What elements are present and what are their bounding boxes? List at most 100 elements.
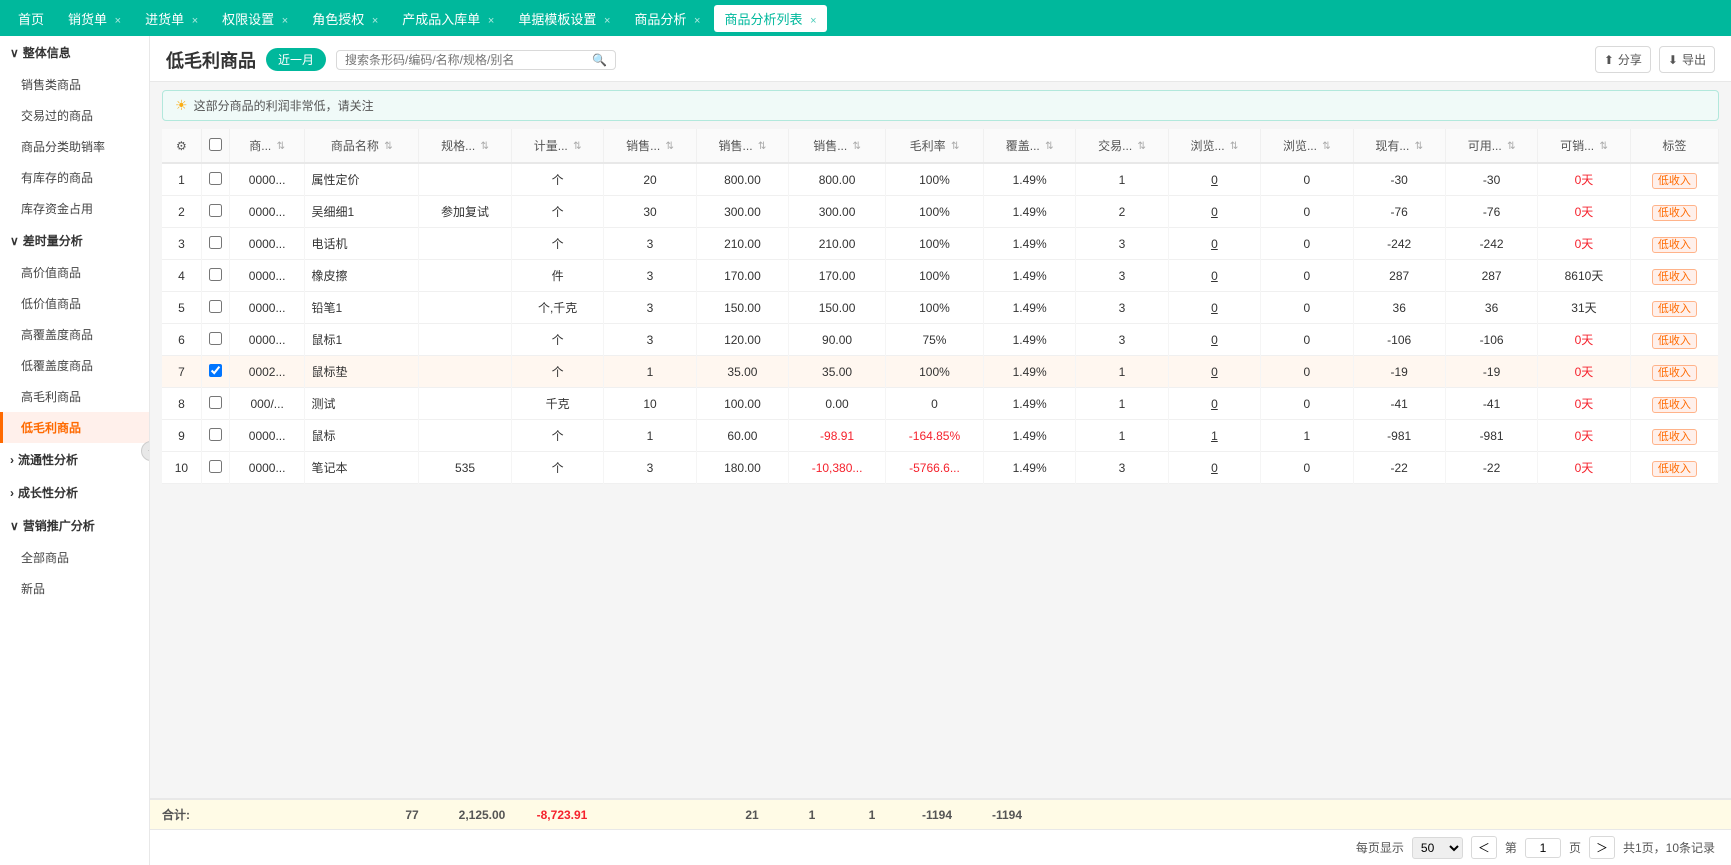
row-views1-9[interactable]: 0 — [1168, 452, 1260, 484]
prev-page-btn[interactable]: ＜ — [1471, 836, 1497, 859]
sidebar-group-overall[interactable]: ∨ 整体信息 — [0, 36, 149, 69]
sidebar-item-new-goods[interactable]: 新品 — [0, 573, 149, 604]
nav-sales[interactable]: 销货单 × — [58, 5, 131, 32]
sidebar-group-diff-analysis[interactable]: ∨ 差时量分析 — [0, 224, 149, 257]
row-unit-9: 个 — [511, 452, 603, 484]
row-trans-6: 1 — [1076, 356, 1168, 388]
table-row: 9 0000... 鼠标 个 1 60.00 -98.91 -164.85% 1… — [162, 420, 1719, 452]
row-checkbox-1[interactable] — [201, 196, 229, 228]
row-checkbox-7[interactable] — [201, 388, 229, 420]
row-sales-price-7: 100.00 — [696, 388, 788, 420]
sidebar-item-low-coverage[interactable]: 低覆盖度商品 — [0, 350, 149, 381]
sidebar-item-high-value[interactable]: 高价值商品 — [0, 257, 149, 288]
row-checkbox-0[interactable] — [201, 163, 229, 196]
nav-roles[interactable]: 角色授权 × — [302, 5, 388, 32]
row-unit-7: 千克 — [511, 388, 603, 420]
row-spec-8 — [419, 420, 512, 452]
search-icon[interactable]: 🔍 — [592, 53, 607, 67]
nav-goods-analysis[interactable]: 商品分析 × — [624, 5, 710, 32]
sidebar-item-capital[interactable]: 库存资金占用 — [0, 193, 149, 224]
row-name-1: 吴细细1 — [305, 196, 419, 228]
row-views2-2: 0 — [1261, 228, 1353, 260]
next-page-btn[interactable]: ＞ — [1589, 836, 1615, 859]
sidebar-group-liquidity[interactable]: › 流通性分析 — [0, 443, 149, 476]
row-views1-3[interactable]: 0 — [1168, 260, 1260, 292]
row-code-1: 0000... — [229, 196, 305, 228]
row-views1-8[interactable]: 1 — [1168, 420, 1260, 452]
col-settings[interactable]: ⚙ — [162, 129, 201, 163]
row-checkbox-9[interactable] — [201, 452, 229, 484]
nav-product-entry[interactable]: 产成品入库单 × — [392, 5, 504, 32]
sidebar-group-marketing[interactable]: ∨ 营销推广分析 — [0, 509, 149, 542]
nav-goods-analysis-list[interactable]: 商品分析列表 × — [714, 5, 826, 32]
sidebar-item-category-rate[interactable]: 商品分类助销率 — [0, 131, 149, 162]
row-views1-0[interactable]: 0 — [1168, 163, 1260, 196]
search-input[interactable] — [345, 53, 588, 67]
row-spec-3 — [419, 260, 512, 292]
row-sales-qty-8: 1 — [604, 420, 696, 452]
sidebar-item-low-margin[interactable]: 低毛利商品 — [0, 412, 149, 443]
sidebar-item-low-value[interactable]: 低价值商品 — [0, 288, 149, 319]
sidebar-item-traded-goods[interactable]: 交易过的商品 — [0, 100, 149, 131]
row-views1-7[interactable]: 0 — [1168, 388, 1260, 420]
nav-purchase[interactable]: 进货单 × — [135, 5, 208, 32]
content-header: 低毛利商品 近一月 🔍 ⬆ 分享 ⬇ 导出 — [150, 36, 1731, 82]
row-views1-2[interactable]: 0 — [1168, 228, 1260, 260]
row-views1-6[interactable]: 0 — [1168, 356, 1260, 388]
row-checkbox-6[interactable] — [201, 356, 229, 388]
row-spec-9: 535 — [419, 452, 512, 484]
row-code-6: 0002... — [229, 356, 305, 388]
row-available-0: -30 — [1445, 163, 1537, 196]
row-available-1: -76 — [1445, 196, 1537, 228]
row-checkbox-5[interactable] — [201, 324, 229, 356]
row-spec-2 — [419, 228, 512, 260]
sidebar-group-growth[interactable]: › 成长性分析 — [0, 476, 149, 509]
share-button[interactable]: ⬆ 分享 — [1595, 46, 1651, 73]
select-all-checkbox[interactable] — [209, 138, 222, 151]
row-available-7: -41 — [1445, 388, 1537, 420]
row-name-0: 属性定价 — [305, 163, 419, 196]
nav-template[interactable]: 单据模板设置 × — [508, 5, 620, 32]
row-checkbox-2[interactable] — [201, 228, 229, 260]
row-sellable-8: 0天 — [1538, 420, 1630, 452]
page-input[interactable] — [1525, 838, 1561, 858]
row-views2-7: 0 — [1261, 388, 1353, 420]
nav-permissions[interactable]: 权限设置 × — [212, 5, 298, 32]
row-checkbox-3[interactable] — [201, 260, 229, 292]
row-spec-7 — [419, 388, 512, 420]
row-sales-amount-5: 90.00 — [789, 324, 886, 356]
per-page-select[interactable]: 50 20 100 — [1412, 837, 1463, 859]
sidebar-item-all-goods[interactable]: 全部商品 — [0, 542, 149, 573]
row-sales-qty-5: 3 — [604, 324, 696, 356]
table-footer: 合计: 77 2,125.00 -8,723.91 21 1 1 -1194 -… — [150, 798, 1731, 829]
table-row: 6 0000... 鼠标1 个 3 120.00 90.00 75% 1.49%… — [162, 324, 1719, 356]
row-trans-7: 1 — [1076, 388, 1168, 420]
sidebar-item-sales-goods[interactable]: 销售类商品 — [0, 69, 149, 100]
row-no-6: 7 — [162, 356, 201, 388]
page-title: 低毛利商品 — [166, 47, 256, 73]
row-tag-1: 低收入 — [1630, 196, 1718, 228]
arrow-right-icon-2: › — [10, 486, 14, 500]
export-button[interactable]: ⬇ 导出 — [1659, 46, 1715, 73]
date-filter-button[interactable]: 近一月 — [266, 48, 326, 71]
nav-home[interactable]: 首页 — [8, 5, 54, 32]
row-checkbox-8[interactable] — [201, 420, 229, 452]
row-checkbox-4[interactable] — [201, 292, 229, 324]
main-layout: « ∨ 整体信息 销售类商品 交易过的商品 商品分类助销率 有库存的商品 库存资… — [0, 36, 1731, 865]
row-sellable-4: 31天 — [1538, 292, 1630, 324]
top-nav: 首页 销货单 × 进货单 × 权限设置 × 角色授权 × 产成品入库单 × 单据… — [0, 0, 1731, 36]
row-views1-5[interactable]: 0 — [1168, 324, 1260, 356]
row-sales-amount-1: 300.00 — [789, 196, 886, 228]
row-gross-margin-8: -164.85% — [886, 420, 984, 452]
sidebar-item-high-coverage[interactable]: 高覆盖度商品 — [0, 319, 149, 350]
row-current-5: -106 — [1353, 324, 1445, 356]
table-row: 1 0000... 属性定价 个 20 800.00 800.00 100% 1… — [162, 163, 1719, 196]
row-sales-amount-0: 800.00 — [789, 163, 886, 196]
col-checkbox[interactable] — [201, 129, 229, 163]
row-sellable-3: 8610天 — [1538, 260, 1630, 292]
sidebar-item-in-stock[interactable]: 有库存的商品 — [0, 162, 149, 193]
row-views1-1[interactable]: 0 — [1168, 196, 1260, 228]
row-views1-4[interactable]: 0 — [1168, 292, 1260, 324]
row-sellable-1: 0天 — [1538, 196, 1630, 228]
sidebar-item-high-margin[interactable]: 高毛利商品 — [0, 381, 149, 412]
